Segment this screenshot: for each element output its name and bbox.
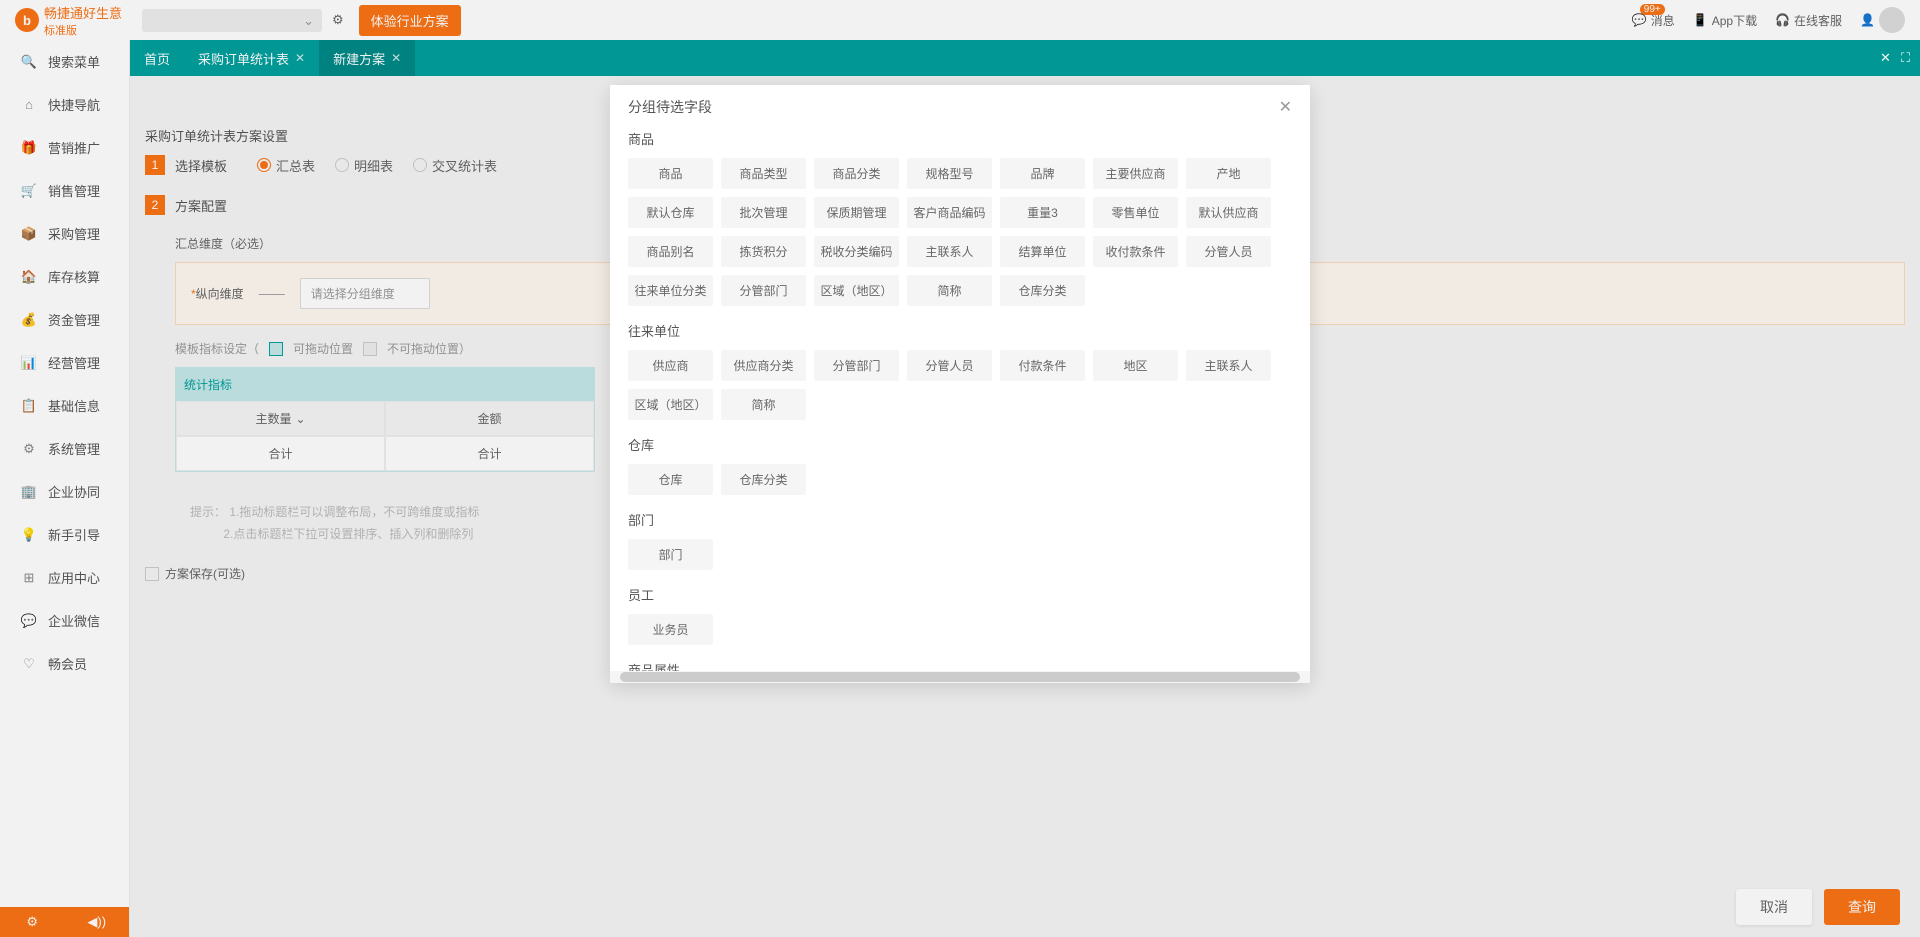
field-chip-3-0[interactable]: 部门 <box>628 539 713 570</box>
field-chip-2-1[interactable]: 仓库分类 <box>721 464 806 495</box>
field-chip-1-2[interactable]: 分管部门 <box>814 350 899 381</box>
field-chip-0-17[interactable]: 主联系人 <box>907 236 992 267</box>
field-chips-2: 仓库仓库分类 <box>628 464 1292 495</box>
modal-horizontal-scrollbar[interactable] <box>610 671 1310 683</box>
field-chip-1-8[interactable]: 简称 <box>721 389 806 420</box>
field-group-3: 部门部门 <box>628 510 1292 570</box>
field-chip-0-3[interactable]: 规格型号 <box>907 158 992 189</box>
field-group-title-2: 仓库 <box>628 435 1292 454</box>
modal-header: 分组待选字段 ✕ <box>610 85 1310 129</box>
field-chip-0-6[interactable]: 产地 <box>1186 158 1271 189</box>
field-group-title-4: 员工 <box>628 585 1292 604</box>
modal-title: 分组待选字段 <box>628 97 712 117</box>
field-chip-0-11[interactable]: 重量3 <box>1000 197 1085 228</box>
field-chip-0-13[interactable]: 默认供应商 <box>1186 197 1271 228</box>
field-chip-0-8[interactable]: 批次管理 <box>721 197 806 228</box>
field-chip-0-0[interactable]: 商品 <box>628 158 713 189</box>
field-chip-0-5[interactable]: 主要供应商 <box>1093 158 1178 189</box>
field-selector-modal: 分组待选字段 ✕ 商品商品商品类型商品分类规格型号品牌主要供应商产地默认仓库批次… <box>610 85 1310 683</box>
field-chip-0-1[interactable]: 商品类型 <box>721 158 806 189</box>
field-chips-1: 供应商供应商分类分管部门分管人员付款条件地区主联系人区域（地区） 简称 <box>628 350 1292 420</box>
field-chip-1-7[interactable]: 区域（地区） <box>628 389 713 420</box>
field-group-title-5: 商品属性 <box>628 660 1292 671</box>
field-chip-0-4[interactable]: 品牌 <box>1000 158 1085 189</box>
modal-close-icon[interactable]: ✕ <box>1279 97 1292 117</box>
field-chip-0-20[interactable]: 分管人员 <box>1186 236 1271 267</box>
field-group-title-3: 部门 <box>628 510 1292 529</box>
field-chip-0-10[interactable]: 客户商品编码 <box>907 197 992 228</box>
field-group-5: 商品属性属性颜色多规格尺码鞋码1 <box>628 660 1292 671</box>
field-chip-0-14[interactable]: 商品别名 <box>628 236 713 267</box>
field-chip-1-0[interactable]: 供应商 <box>628 350 713 381</box>
field-chips-0: 商品商品类型商品分类规格型号品牌主要供应商产地默认仓库批次管理保质期管理客户商品… <box>628 158 1292 306</box>
field-chips-4: 业务员 <box>628 614 1292 645</box>
field-chips-3: 部门 <box>628 539 1292 570</box>
field-group-title-1: 往来单位 <box>628 321 1292 340</box>
field-chip-0-12[interactable]: 零售单位 <box>1093 197 1178 228</box>
field-group-4: 员工业务员 <box>628 585 1292 645</box>
field-chip-0-25[interactable]: 仓库分类 <box>1000 275 1085 306</box>
field-chip-0-23[interactable]: 区域（地区） <box>814 275 899 306</box>
field-group-title-0: 商品 <box>628 129 1292 148</box>
field-chip-0-24[interactable]: 简称 <box>907 275 992 306</box>
modal-body[interactable]: 商品商品商品类型商品分类规格型号品牌主要供应商产地默认仓库批次管理保质期管理客户… <box>610 129 1310 671</box>
field-chip-0-22[interactable]: 分管部门 <box>721 275 806 306</box>
field-chip-0-2[interactable]: 商品分类 <box>814 158 899 189</box>
field-chip-0-9[interactable]: 保质期管理 <box>814 197 899 228</box>
field-chip-0-7[interactable]: 默认仓库 <box>628 197 713 228</box>
field-chip-1-3[interactable]: 分管人员 <box>907 350 992 381</box>
field-chip-1-6[interactable]: 主联系人 <box>1186 350 1271 381</box>
field-chip-2-0[interactable]: 仓库 <box>628 464 713 495</box>
field-group-1: 往来单位供应商供应商分类分管部门分管人员付款条件地区主联系人区域（地区） 简称 <box>628 321 1292 420</box>
field-group-2: 仓库仓库仓库分类 <box>628 435 1292 495</box>
field-chip-0-21[interactable]: 往来单位分类 <box>628 275 713 306</box>
field-chip-0-19[interactable]: 收付款条件 <box>1093 236 1178 267</box>
field-chip-1-5[interactable]: 地区 <box>1093 350 1178 381</box>
field-chip-4-0[interactable]: 业务员 <box>628 614 713 645</box>
field-group-0: 商品商品商品类型商品分类规格型号品牌主要供应商产地默认仓库批次管理保质期管理客户… <box>628 129 1292 306</box>
field-chip-0-15[interactable]: 拣货积分 <box>721 236 806 267</box>
field-chip-0-18[interactable]: 结算单位 <box>1000 236 1085 267</box>
field-chip-0-16[interactable]: 税收分类编码 <box>814 236 899 267</box>
scrollbar-thumb[interactable] <box>620 672 1300 682</box>
field-chip-1-1[interactable]: 供应商分类 <box>721 350 806 381</box>
field-chip-1-4[interactable]: 付款条件 <box>1000 350 1085 381</box>
